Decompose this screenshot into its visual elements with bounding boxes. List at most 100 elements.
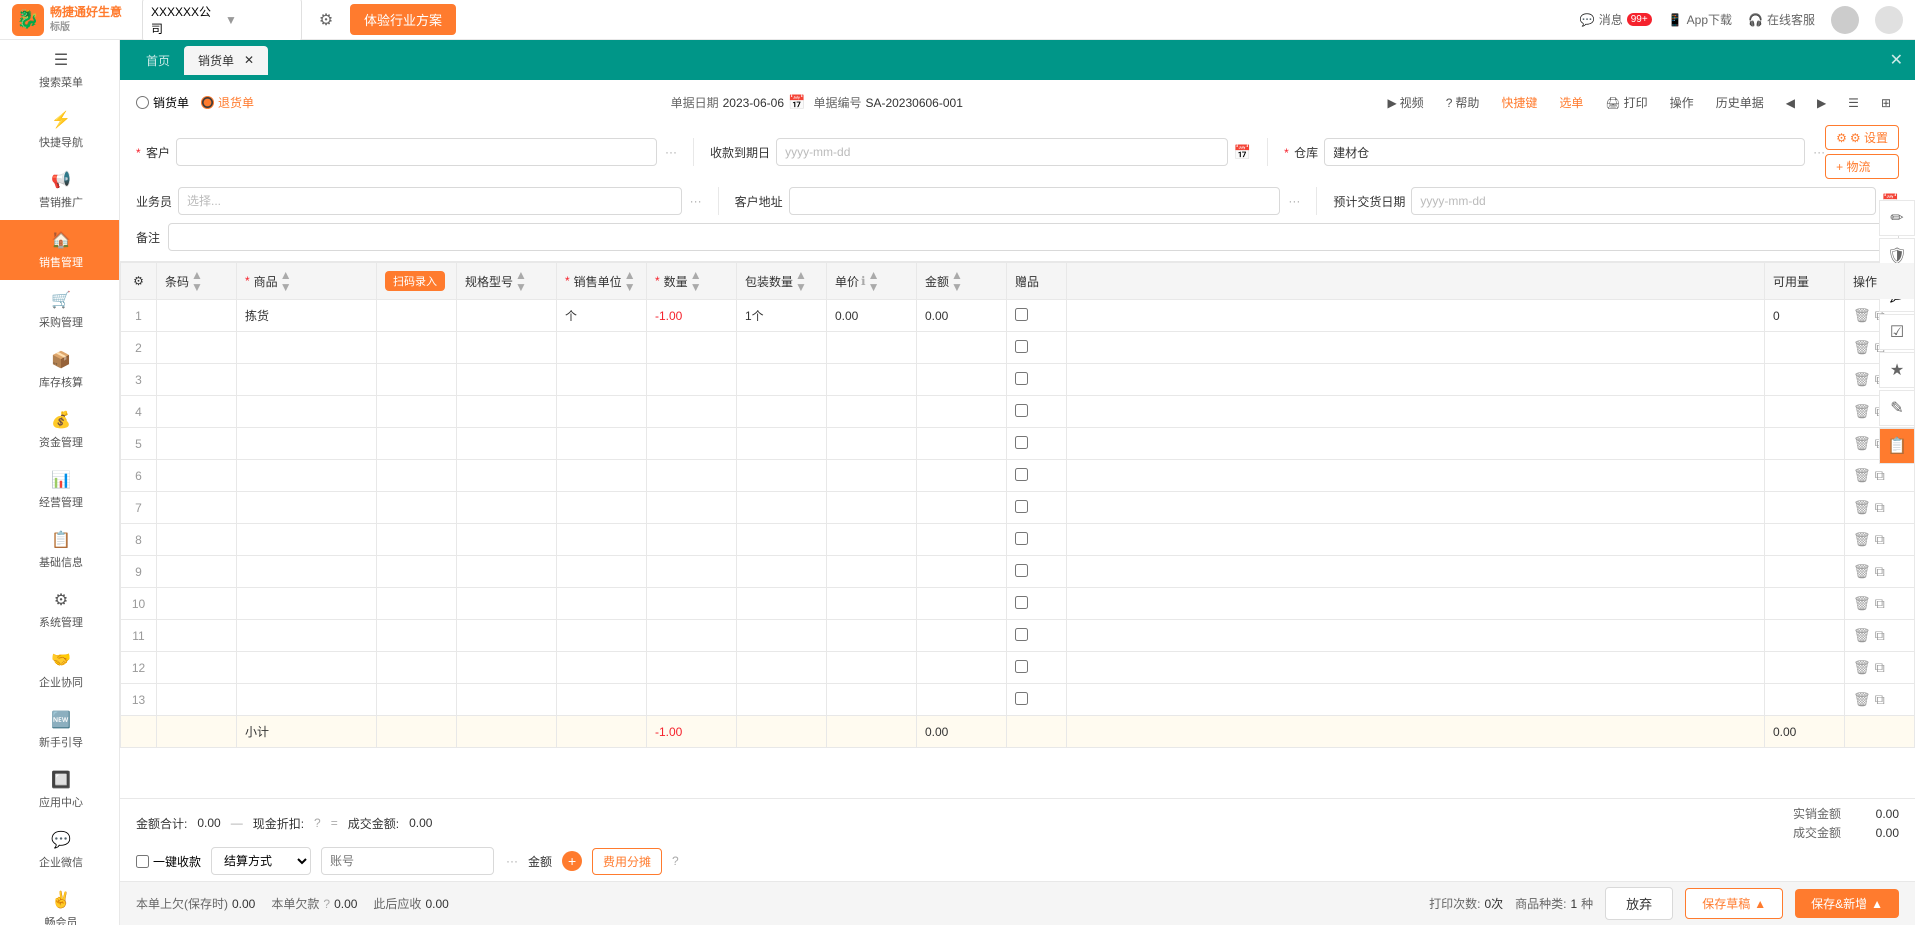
barcode-sort-icon[interactable]: ▲▼ [191, 269, 203, 293]
warehouse-input[interactable] [1324, 138, 1805, 166]
customer-address-input[interactable] [789, 187, 1281, 215]
th-settings[interactable]: ⚙ [121, 263, 157, 300]
help-btn[interactable]: ? 帮助 [1438, 90, 1488, 115]
history-btn[interactable]: 历史单据 [1708, 90, 1772, 115]
float-orange-active[interactable]: 📋 [1879, 428, 1915, 464]
sidebar-item-operations[interactable]: 📊 经营管理 [0, 460, 119, 520]
sidebar-item-sales[interactable]: 🏠 销售管理 [0, 220, 119, 280]
settlement-method-select[interactable]: 结算方式 [211, 847, 311, 875]
expense-btn[interactable]: 费用分摊 [592, 848, 662, 875]
delete-icon-12[interactable]: 🗑 [1853, 659, 1871, 676]
radio-sales[interactable]: 销货单 [136, 94, 189, 111]
copy-icon-9[interactable]: ⧉ [1875, 563, 1885, 580]
float-edit[interactable]: ✏ [1879, 200, 1915, 236]
scan-btn[interactable]: 扫码录入 [385, 271, 445, 291]
sidebar-item-member[interactable]: ✌ 畅会员 [0, 880, 119, 925]
price-sort-icon[interactable]: ▲▼ [868, 269, 880, 293]
cash-discount-help[interactable]: ? [314, 816, 321, 830]
message-item[interactable]: 💬 消息 99+ [1580, 11, 1652, 28]
cell-spec-1[interactable] [457, 300, 557, 332]
packqty-sort-icon[interactable]: ▲▼ [795, 269, 807, 293]
delete-icon-1[interactable]: 🗑 [1853, 307, 1871, 324]
sidebar-item-system[interactable]: ⚙ 系统管理 [0, 580, 119, 640]
remarks-input[interactable] [168, 223, 1899, 251]
delete-icon-5[interactable]: 🗑 [1853, 435, 1871, 452]
copy-icon-13[interactable]: ⧉ [1875, 691, 1885, 708]
delete-icon-7[interactable]: 🗑 [1853, 499, 1871, 516]
sidebar-item-finance[interactable]: 💰 资金管理 [0, 400, 119, 460]
sidebar-item-marketing[interactable]: 📢 营销推广 [0, 160, 119, 220]
account-ellipsis[interactable]: ··· [506, 854, 518, 868]
gift-checkbox-5[interactable] [1015, 436, 1028, 449]
avatar[interactable] [1831, 6, 1859, 34]
gift-checkbox-10[interactable] [1015, 596, 1028, 609]
owed-question-icon[interactable]: ? [323, 897, 330, 911]
sidebar-item-collab[interactable]: 🤝 企业协同 [0, 640, 119, 700]
delete-icon-8[interactable]: 🗑 [1853, 531, 1871, 548]
expense-help-icon[interactable]: ? [672, 854, 679, 868]
add-payment-btn[interactable]: + [562, 851, 582, 871]
gift-checkbox-3[interactable] [1015, 372, 1028, 385]
payment-calendar-icon[interactable]: 📅 [1234, 144, 1251, 161]
radio-sales-input[interactable] [136, 96, 149, 109]
float-star[interactable]: ★ [1879, 352, 1915, 388]
logistics-side-btn[interactable]: + 物流 [1825, 154, 1899, 179]
tab-close-icon[interactable]: ✕ [244, 53, 254, 67]
company-selector[interactable]: XXXXXX公司 ▼ [142, 0, 302, 42]
delete-icon-10[interactable]: 🗑 [1853, 595, 1871, 612]
spec-sort-icon[interactable]: ▲▼ [515, 269, 527, 293]
video-btn[interactable]: ▶ 视频 [1379, 90, 1431, 115]
gift-checkbox-8[interactable] [1015, 532, 1028, 545]
account-input[interactable] [321, 847, 494, 875]
tab-home[interactable]: 首页 [132, 46, 184, 75]
delete-icon-2[interactable]: 🗑 [1853, 339, 1871, 356]
salesperson-input[interactable] [178, 187, 682, 215]
copy-icon-11[interactable]: ⧉ [1875, 627, 1885, 644]
gift-checkbox-9[interactable] [1015, 564, 1028, 577]
gift-checkbox-6[interactable] [1015, 468, 1028, 481]
gift-checkbox-13[interactable] [1015, 692, 1028, 705]
cell-barcode-1[interactable] [157, 300, 237, 332]
select-btn[interactable]: 选单 [1551, 90, 1591, 115]
nav-prev-btn[interactable]: ◀ [1778, 92, 1803, 114]
copy-icon-8[interactable]: ⧉ [1875, 531, 1885, 548]
one-click-payment-checkbox[interactable] [136, 855, 149, 868]
copy-icon-12[interactable]: ⧉ [1875, 659, 1885, 676]
settings-side-btn[interactable]: ⚙ ⚙ 设置 [1825, 125, 1899, 150]
sidebar-item-app-center[interactable]: 🔲 应用中心 [0, 760, 119, 820]
customer-input[interactable] [176, 138, 657, 166]
shortcut-btn[interactable]: 快捷键 [1493, 90, 1545, 115]
app-download-item[interactable]: 📱 App下载 [1668, 11, 1732, 28]
float-pen[interactable]: ✎ [1879, 390, 1915, 426]
gift-checkbox-4[interactable] [1015, 404, 1028, 417]
warehouse-ellipsis[interactable]: ··· [1813, 145, 1825, 159]
sidebar-item-purchase[interactable]: 🛒 采购管理 [0, 280, 119, 340]
delete-icon-11[interactable]: 🗑 [1853, 627, 1871, 644]
delivery-date-input[interactable] [1411, 187, 1875, 215]
gift-checkbox-7[interactable] [1015, 500, 1028, 513]
view-list-btn[interactable]: ☰ [1840, 92, 1867, 114]
gift-checkbox-1[interactable] [1015, 308, 1028, 321]
operate-btn[interactable]: 操作 [1662, 90, 1702, 115]
gift-checkbox-12[interactable] [1015, 660, 1028, 673]
tab-bar-close[interactable]: ✕ [1890, 50, 1903, 70]
cell-gift-1[interactable] [1007, 300, 1067, 332]
print-btn[interactable]: 🖨 打印 [1597, 90, 1655, 115]
one-click-payment-label[interactable]: 一键收款 [136, 853, 201, 870]
date-calendar-icon[interactable]: 📅 [788, 94, 805, 111]
sidebar-item-wechat[interactable]: 💬 企业微信 [0, 820, 119, 880]
sidebar-item-search[interactable]: ☰ 搜索菜单 [0, 40, 119, 100]
save-new-button[interactable]: 保存&新增 ▲ [1795, 889, 1899, 918]
payment-date-input[interactable] [776, 138, 1228, 166]
gift-checkbox-2[interactable] [1015, 340, 1028, 353]
delete-icon-3[interactable]: 🗑 [1853, 371, 1871, 388]
radio-return[interactable]: 退货单 [201, 94, 254, 111]
tab-sales-order[interactable]: 销货单 ✕ [184, 46, 268, 75]
delete-icon-9[interactable]: 🗑 [1853, 563, 1871, 580]
customer-ellipsis[interactable]: ··· [665, 145, 677, 159]
sidebar-item-guide[interactable]: 🆕 新手引导 [0, 700, 119, 760]
salesperson-ellipsis[interactable]: ··· [690, 194, 702, 208]
copy-icon-6[interactable]: ⧉ [1875, 467, 1885, 484]
avatar2[interactable] [1875, 6, 1903, 34]
trial-button[interactable]: 体验行业方案 [350, 4, 456, 35]
